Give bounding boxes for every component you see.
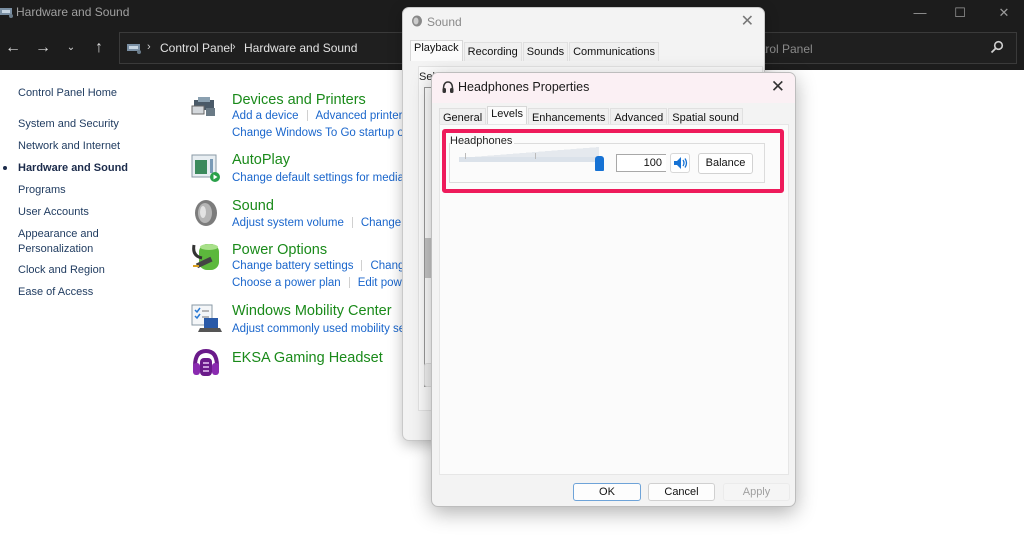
- volume-slider-track[interactable]: [459, 157, 599, 162]
- maximize-button[interactable]: ☐: [940, 2, 980, 24]
- ok-button[interactable]: OK: [573, 483, 641, 501]
- tab-sounds[interactable]: Sounds: [522, 42, 569, 61]
- breadcrumb-control-panel[interactable]: Control Panel: [160, 41, 233, 55]
- category-heading[interactable]: AutoPlay: [232, 152, 290, 168]
- change-battery-settings-link[interactable]: Change battery settings: [232, 260, 353, 272]
- category-heading[interactable]: Windows Mobility Center: [232, 303, 392, 319]
- autoplay-icon: [191, 154, 220, 182]
- tab-recording[interactable]: Recording: [463, 42, 522, 61]
- close-icon[interactable]: ✕: [741, 11, 754, 31]
- dialog-title: Headphones Properties: [458, 80, 590, 94]
- mute-button[interactable]: [670, 153, 690, 173]
- tab-playback[interactable]: Playback: [410, 40, 463, 61]
- group-label: Headphones: [450, 135, 515, 147]
- slider-tick: [535, 153, 536, 159]
- search-input[interactable]: trol Panel: [760, 32, 1017, 64]
- speaker-volume-icon: [674, 157, 688, 169]
- adjust-system-volume-link[interactable]: Adjust system volume: [232, 217, 344, 229]
- minimize-button[interactable]: —: [900, 2, 940, 24]
- category-list: Devices and Printers Add a device Advance…: [0, 70, 404, 541]
- balance-button[interactable]: Balance: [698, 153, 753, 174]
- sound-tabs: Playback Recording Sounds Communications: [410, 40, 660, 61]
- headset-icon: [193, 348, 219, 376]
- printer-icon: [191, 97, 215, 116]
- slider-tick: [465, 153, 466, 159]
- search-icon: [990, 40, 1004, 54]
- breadcrumb-hardware-and-sound[interactable]: Hardware and Sound: [244, 41, 357, 55]
- advanced-printer-link[interactable]: Advanced printer: [316, 110, 403, 122]
- recent-locations-chevron-icon[interactable]: ⌄: [61, 38, 81, 58]
- category-heading[interactable]: EKSA Gaming Headset: [232, 350, 383, 366]
- close-button[interactable]: ✕: [984, 2, 1024, 24]
- category-heading[interactable]: Power Options: [232, 242, 327, 258]
- change-power-link[interactable]: Change: [370, 260, 404, 272]
- window-title: Hardware and Sound: [16, 5, 130, 19]
- dialog-title-bar: Headphones Properties ✕: [432, 73, 795, 103]
- address-bar[interactable]: › Control Panel › Hardware and Sound: [119, 32, 404, 64]
- sound-dialog-title: Sound: [427, 15, 462, 29]
- apply-button[interactable]: Apply: [723, 483, 790, 501]
- choose-power-plan-link[interactable]: Choose a power plan: [232, 277, 341, 289]
- levels-panel: Headphones: [439, 124, 789, 475]
- adjust-mobility-settings-link[interactable]: Adjust commonly used mobility se: [232, 323, 404, 335]
- control-panel-icon: [0, 8, 13, 18]
- category-heading[interactable]: Sound: [232, 198, 274, 214]
- breadcrumb-separator: ›: [147, 41, 151, 53]
- mobility-icon: [191, 304, 222, 332]
- volume-slider-thumb[interactable]: [595, 156, 604, 171]
- tab-communications[interactable]: Communications: [569, 42, 660, 61]
- search-placeholder: trol Panel: [762, 42, 813, 56]
- power-icon: [192, 244, 219, 270]
- category-heading[interactable]: Devices and Printers: [232, 92, 366, 108]
- up-arrow-icon[interactable]: ↑: [89, 38, 109, 58]
- change-default-media-link[interactable]: Change default settings for media d: [232, 172, 404, 184]
- breadcrumb-separator: ›: [232, 41, 236, 53]
- level-value-input[interactable]: 100: [616, 154, 666, 172]
- control-panel-icon: [127, 44, 141, 54]
- speaker-icon: [412, 15, 422, 27]
- headphones-properties-dialog: Headphones Properties ✕ General Levels E…: [431, 72, 796, 507]
- cancel-button[interactable]: Cancel: [648, 483, 715, 501]
- change-system-sounds-link[interactable]: Change s: [361, 217, 404, 229]
- forward-arrow-icon[interactable]: →: [33, 38, 53, 58]
- close-icon[interactable]: ✕: [771, 77, 785, 97]
- back-arrow-icon[interactable]: ←: [3, 38, 23, 58]
- windows-to-go-link[interactable]: Change Windows To Go startup op: [232, 127, 404, 139]
- edit-power-plan-link[interactable]: Edit powe: [358, 277, 404, 289]
- headphones-icon: [442, 81, 454, 93]
- add-a-device-link[interactable]: Add a device: [232, 110, 299, 122]
- speaker-icon: [195, 200, 217, 226]
